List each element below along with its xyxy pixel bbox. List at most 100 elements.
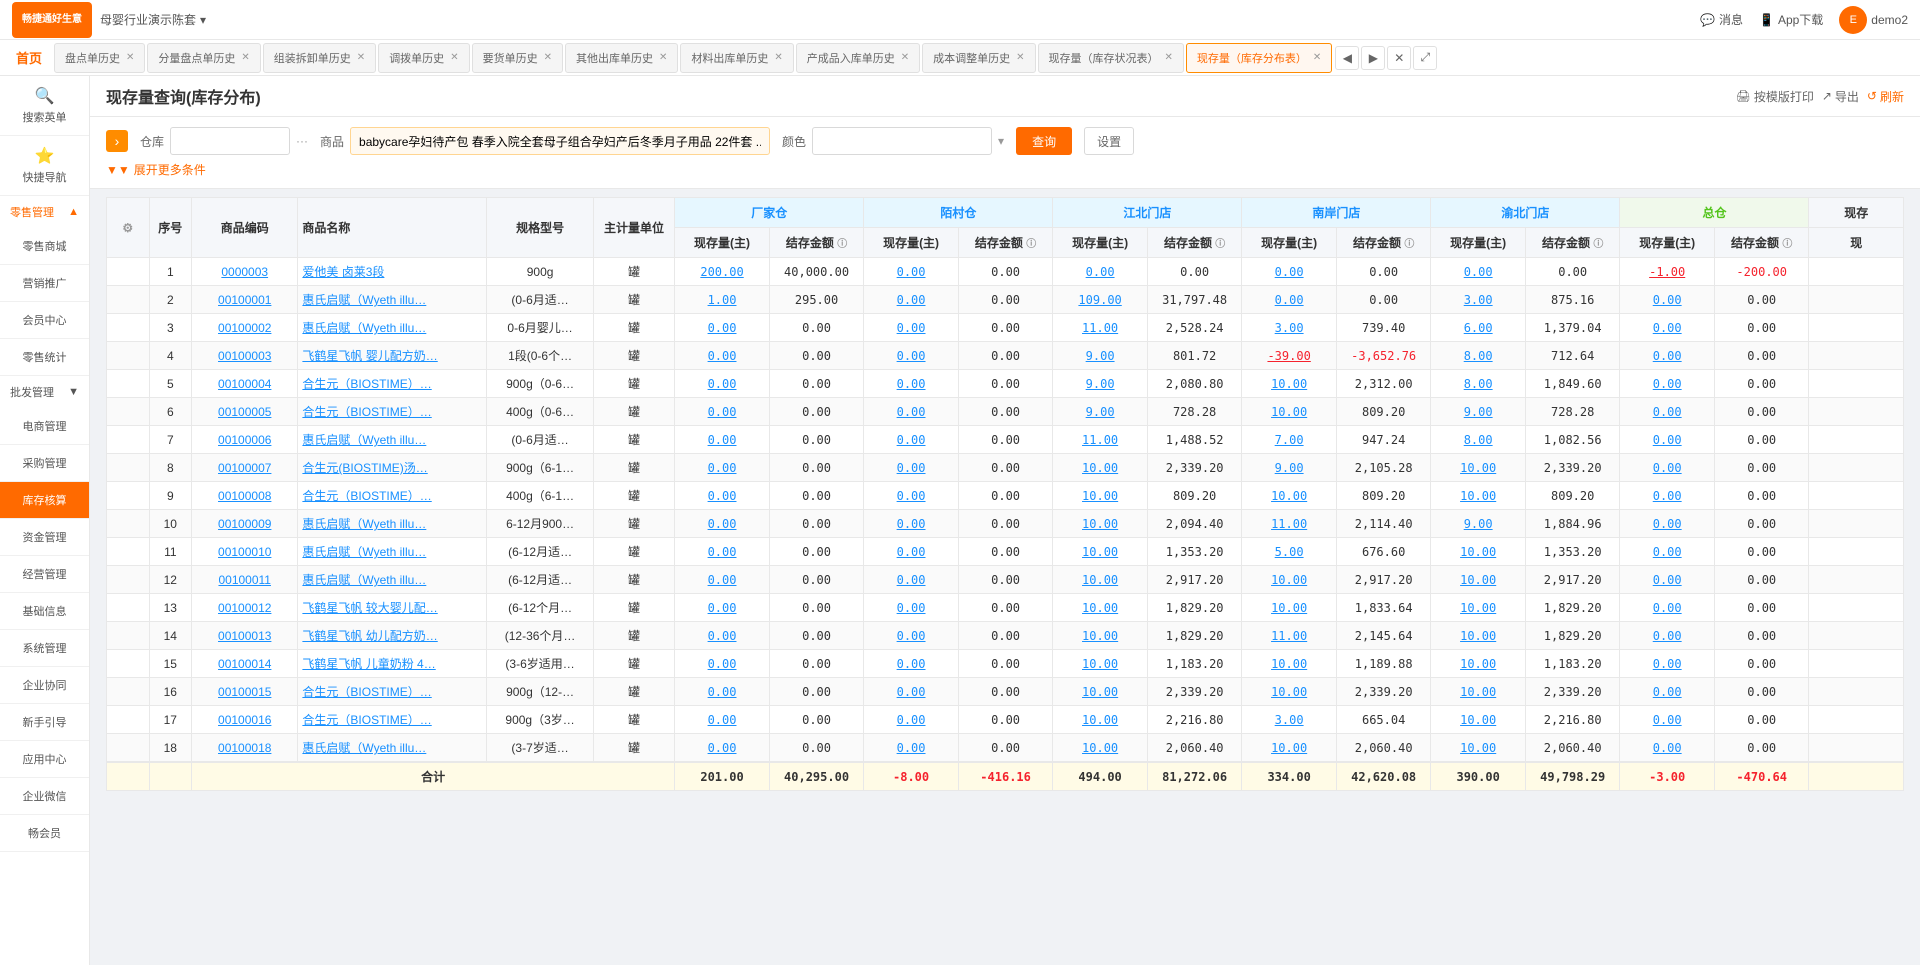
table-cell[interactable]: 9.00 — [1242, 454, 1337, 482]
table-cell[interactable]: 10.00 — [1431, 678, 1526, 706]
table-cell[interactable]: 0.00 — [1620, 342, 1715, 370]
table-cell[interactable]: 8.00 — [1431, 370, 1526, 398]
table-cell[interactable]: 0000003 — [192, 258, 298, 286]
sidebar-item-sys-mgmt[interactable]: 系统管理 — [0, 630, 89, 667]
table-cell[interactable]: 00100015 — [192, 678, 298, 706]
table-cell[interactable]: 10.00 — [1431, 482, 1526, 510]
table-cell[interactable]: 3.00 — [1431, 286, 1526, 314]
table-cell[interactable]: 飞鹤星飞帆 幼儿配方奶… — [298, 622, 487, 650]
user-profile[interactable]: E demo2 — [1839, 6, 1908, 34]
table-cell[interactable]: 0.00 — [675, 482, 770, 510]
table-cell[interactable]: 0.00 — [1620, 286, 1715, 314]
sidebar-item-search[interactable]: 🔍 搜索英单 — [0, 76, 89, 136]
table-cell[interactable]: 0.00 — [1620, 622, 1715, 650]
table-cell[interactable]: 00100014 — [192, 650, 298, 678]
sidebar-item-operations[interactable]: 经营管理 — [0, 556, 89, 593]
table-cell[interactable]: 10.00 — [1431, 538, 1526, 566]
tab-close-icon[interactable]: ✕ — [901, 52, 909, 63]
expand-conditions-btn[interactable]: ▼▼ 展开更多条件 — [106, 161, 1904, 178]
table-cell[interactable]: 9.00 — [1431, 398, 1526, 426]
table-cell[interactable]: 0.00 — [864, 510, 959, 538]
tab-close-icon[interactable]: ✕ — [1165, 52, 1173, 63]
table-cell[interactable]: 9.00 — [1431, 510, 1526, 538]
table-cell[interactable]: 惠氏启赋（Wyeth illu… — [298, 286, 487, 314]
table-cell[interactable]: 10.00 — [1053, 734, 1148, 763]
table-cell[interactable]: 0.00 — [1620, 538, 1715, 566]
sidebar-item-basic-info[interactable]: 基础信息 — [0, 593, 89, 630]
table-cell[interactable]: 00100012 — [192, 594, 298, 622]
export-btn[interactable]: ↗ 导出 — [1822, 88, 1859, 105]
table-cell[interactable]: 0.00 — [864, 734, 959, 763]
table-cell[interactable]: 0.00 — [675, 734, 770, 763]
print-btn[interactable]: 🖨 按模版打印 — [1736, 88, 1814, 105]
table-cell[interactable]: 0.00 — [864, 622, 959, 650]
table-cell[interactable]: 10.00 — [1053, 650, 1148, 678]
table-cell[interactable]: 10.00 — [1242, 398, 1337, 426]
tab-close-icon[interactable]: ✕ — [1313, 52, 1321, 63]
table-cell[interactable]: 0.00 — [675, 594, 770, 622]
table-cell[interactable]: 10.00 — [1431, 650, 1526, 678]
tab-close-icon[interactable]: ✕ — [126, 52, 134, 63]
table-cell[interactable]: 10.00 — [1242, 734, 1337, 763]
tab-material-out[interactable]: 材料出库单历史 ✕ — [680, 43, 793, 73]
table-cell[interactable]: 合生元(BIOSTIME)汤… — [298, 454, 487, 482]
tab-inventory-check[interactable]: 盘点单历史 ✕ — [54, 43, 145, 73]
table-cell[interactable]: 0.00 — [675, 454, 770, 482]
table-cell[interactable]: 0.00 — [675, 426, 770, 454]
sidebar-item-wechat[interactable]: 企业微信 — [0, 778, 89, 815]
color-input[interactable] — [812, 127, 992, 155]
table-cell[interactable]: 3.00 — [1242, 314, 1337, 342]
table-cell[interactable]: 0.00 — [864, 678, 959, 706]
table-cell[interactable]: 合生元（BIOSTIME）… — [298, 678, 487, 706]
table-cell[interactable]: 惠氏启赋（Wyeth illu… — [298, 426, 487, 454]
table-cell[interactable]: 00100010 — [192, 538, 298, 566]
table-cell[interactable]: 11.00 — [1053, 314, 1148, 342]
table-cell[interactable]: 00100009 — [192, 510, 298, 538]
table-cell[interactable]: 1.00 — [675, 286, 770, 314]
table-cell[interactable]: 0.00 — [675, 650, 770, 678]
table-cell[interactable]: 0.00 — [1620, 426, 1715, 454]
table-cell[interactable]: 合生元（BIOSTIME）… — [298, 482, 487, 510]
tab-close-icon[interactable]: ✕ — [1016, 52, 1024, 63]
table-cell[interactable]: 10.00 — [1431, 594, 1526, 622]
tab-home[interactable]: 首页 — [4, 48, 54, 67]
table-cell[interactable]: 飞鹤星飞帆 较大婴儿配… — [298, 594, 487, 622]
table-cell[interactable]: 0.00 — [675, 566, 770, 594]
table-cell[interactable]: 0.00 — [864, 370, 959, 398]
sidebar-item-members[interactable]: 畅会员 — [0, 815, 89, 852]
refresh-btn[interactable]: ↺ 刷新 — [1867, 88, 1904, 105]
table-cell[interactable]: 合生元（BIOSTIME）… — [298, 398, 487, 426]
table-cell[interactable]: 0.00 — [675, 706, 770, 734]
table-cell[interactable]: 惠氏启赋（Wyeth illu… — [298, 538, 487, 566]
table-cell[interactable]: 00100004 — [192, 370, 298, 398]
table-cell[interactable]: 0.00 — [864, 482, 959, 510]
table-cell[interactable]: 0.00 — [675, 398, 770, 426]
table-cell[interactable]: 109.00 — [1053, 286, 1148, 314]
table-cell[interactable]: 0.00 — [1620, 594, 1715, 622]
table-cell[interactable]: 10.00 — [1431, 734, 1526, 763]
table-cell[interactable]: 3.00 — [1242, 706, 1337, 734]
table-cell[interactable]: 00100003 — [192, 342, 298, 370]
table-cell[interactable]: 10.00 — [1053, 538, 1148, 566]
table-cell[interactable]: 10.00 — [1053, 622, 1148, 650]
table-cell[interactable]: 10.00 — [1053, 678, 1148, 706]
tab-close-icon[interactable]: ✕ — [544, 52, 552, 63]
tab-stock-status[interactable]: 现存量（库存状况表） ✕ — [1038, 43, 1184, 73]
table-cell[interactable]: 7.00 — [1242, 426, 1337, 454]
sidebar-item-app-center[interactable]: 应用中心 — [0, 741, 89, 778]
sidebar-item-finance[interactable]: 资金管理 — [0, 519, 89, 556]
tab-expand-btn[interactable]: ⤢ — [1413, 46, 1437, 70]
sidebar-item-retail-store[interactable]: 零售商城 — [0, 228, 89, 265]
table-cell[interactable]: 0.00 — [1620, 566, 1715, 594]
table-cell[interactable]: 0.00 — [864, 566, 959, 594]
app-download-btn[interactable]: 📱 App下载 — [1759, 11, 1823, 28]
tab-stock-dist[interactable]: 现存量（库存分布表） ✕ — [1186, 43, 1332, 73]
tab-combo-dismantled[interactable]: 组装拆卸单历史 ✕ — [263, 43, 376, 73]
table-cell[interactable]: 10.00 — [1242, 566, 1337, 594]
sidebar-item-wholesale[interactable]: 批发管理 ▼ — [0, 376, 89, 408]
table-cell[interactable]: 00100016 — [192, 706, 298, 734]
table-cell[interactable]: 0.00 — [864, 454, 959, 482]
table-cell[interactable]: 00100013 — [192, 622, 298, 650]
table-cell[interactable]: 0.00 — [1620, 678, 1715, 706]
table-cell[interactable]: 0.00 — [864, 286, 959, 314]
